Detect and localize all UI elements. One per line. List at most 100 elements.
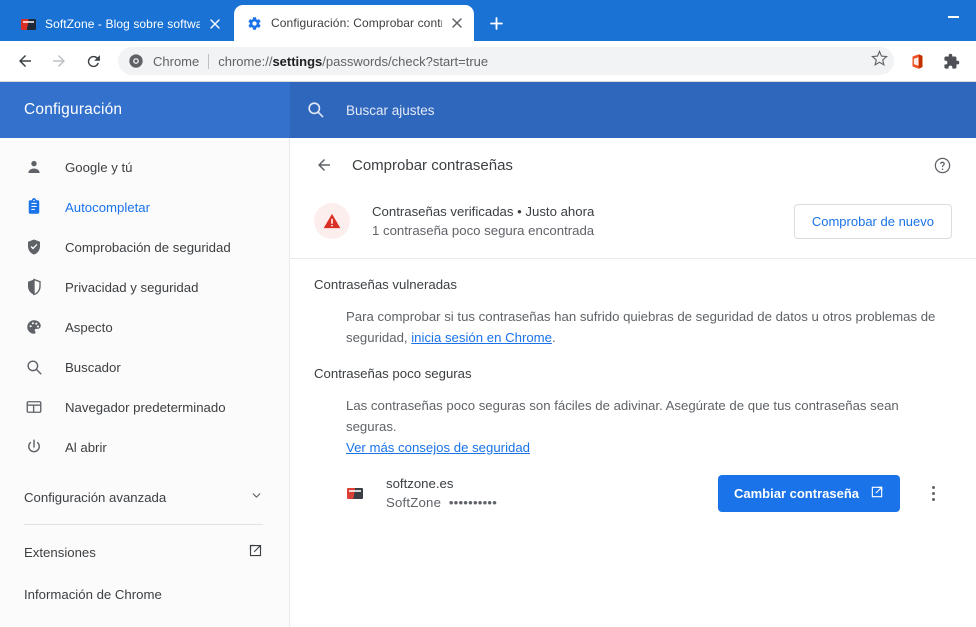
sidebar-item-label: Comprobación de seguridad: [65, 239, 231, 255]
sidebar-item-privacidad-y-seguridad[interactable]: Privacidad y seguridad: [0, 267, 289, 307]
softzone-favicon: [20, 16, 36, 32]
chevron-down-icon: [250, 489, 263, 505]
entry-site: softzone.es: [386, 476, 454, 491]
window-controls: [930, 0, 976, 34]
sidebar-divider: [24, 524, 263, 525]
settings-body: Google y tú Autocompletar Comprobación d…: [0, 138, 976, 627]
address-bar[interactable]: Chrome chrome://settings/passwords/check…: [118, 47, 894, 75]
description-text-end: .: [552, 330, 556, 345]
content-title: Comprobar contraseñas: [352, 156, 513, 174]
sidebar-link-label: Información de Chrome: [24, 586, 162, 602]
section-body: Para comprobar si tus contraseñas han su…: [314, 306, 952, 348]
sidebar-item-label: Al abrir: [65, 439, 107, 455]
entry-username: SoftZone ••••••••••: [386, 493, 718, 512]
page-title: Configuración: [24, 101, 123, 118]
sidebar-item-comprobacion-de-seguridad[interactable]: Comprobación de seguridad: [0, 227, 289, 267]
shield-check-icon: [24, 237, 44, 257]
omnibox-divider: [208, 53, 210, 69]
sidebar-item-label: Aspecto: [65, 319, 113, 335]
search-icon: [24, 357, 44, 377]
url-highlight: settings: [272, 53, 323, 69]
sidebar-item-label: Navegador predeterminado: [65, 399, 226, 415]
close-icon[interactable]: [206, 15, 224, 33]
sidebar-advanced-toggle[interactable]: Configuración avanzada: [0, 476, 289, 518]
new-tab-button[interactable]: [482, 9, 510, 37]
browser-window: SoftZone - Blog sobre software, Configur…: [0, 0, 976, 627]
browser-window-icon: [24, 397, 44, 417]
forward-arrow-icon[interactable]: [44, 46, 74, 76]
url-suffix: /passwords/check?start=true: [322, 53, 489, 69]
compromised-passwords-section: Contraseñas vulneradas Para comprobar si…: [290, 259, 976, 348]
tab-title: Configuración: Comprobar contr: [271, 16, 442, 30]
status-text: Contraseñas verificadas • Justo ahora 1 …: [372, 202, 794, 240]
sidebar-item-autocompletar[interactable]: Autocompletar: [0, 187, 289, 227]
bookmark-star-icon[interactable]: [871, 49, 888, 72]
url-prefix: chrome://: [218, 53, 273, 69]
search-icon: [306, 100, 326, 120]
reload-icon[interactable]: [78, 46, 108, 76]
weak-description: Las contraseñas poco seguras son fáciles…: [346, 398, 899, 434]
change-password-button[interactable]: Cambiar contraseña: [718, 474, 900, 512]
help-circle-icon[interactable]: [928, 151, 956, 179]
external-link-icon: [248, 543, 263, 561]
sidebar-item-navegador-predeterminado[interactable]: Navegador predeterminado: [0, 387, 289, 427]
warning-triangle-icon: [314, 203, 350, 239]
content-header: Comprobar contraseñas: [290, 138, 976, 192]
minimize-button[interactable]: [930, 0, 976, 34]
sign-in-chrome-link[interactable]: inicia sesión en Chrome: [411, 330, 552, 345]
weak-password-entry: softzone.es SoftZone •••••••••• Cambiar …: [346, 474, 952, 512]
tab-title: SoftZone - Blog sobre software,: [45, 17, 200, 31]
sidebar-item-buscador[interactable]: Buscador: [0, 347, 289, 387]
browser-toolbar: Chrome chrome://settings/passwords/check…: [0, 41, 976, 82]
omnibox-url: chrome://settings/passwords/check?start=…: [218, 54, 871, 69]
sidebar-item-extensiones[interactable]: Extensiones: [0, 531, 289, 573]
shield-half-icon: [24, 277, 44, 297]
search-input[interactable]: Buscar ajustes: [346, 103, 435, 118]
sidebar-item-label: Google y tú: [65, 159, 133, 175]
sidebar-item-label: Buscador: [65, 359, 121, 375]
browser-tab-settings[interactable]: Configuración: Comprobar contr: [234, 5, 474, 41]
sidebar-item-aspecto[interactable]: Aspecto: [0, 307, 289, 347]
section-title: Contraseñas poco seguras: [314, 366, 472, 381]
entry-meta: softzone.es SoftZone ••••••••••: [386, 474, 718, 512]
person-icon: [24, 157, 44, 177]
softzone-favicon: [346, 484, 364, 502]
clipboard-icon: [24, 197, 44, 217]
close-icon[interactable]: [448, 14, 466, 32]
palette-icon: [24, 317, 44, 337]
extensions-puzzle-icon[interactable]: [936, 46, 966, 76]
weak-tips-line: Ver más consejos de seguridad: [346, 437, 952, 458]
weak-passwords-section: Contraseñas poco seguras Las contraseñas…: [290, 348, 976, 512]
security-tips-link[interactable]: Ver más consejos de seguridad: [346, 440, 530, 455]
password-mask: ••••••••••: [448, 495, 498, 510]
back-arrow-icon[interactable]: [10, 46, 40, 76]
sidebar-link-label: Extensiones: [24, 544, 96, 560]
sidebar-item-al-abrir[interactable]: Al abrir: [0, 427, 289, 467]
section-title: Contraseñas vulneradas: [314, 277, 457, 292]
settings-sidebar: Google y tú Autocompletar Comprobación d…: [0, 138, 290, 627]
settings-content: Comprobar contraseñas Contraseñas verifi…: [290, 138, 976, 627]
check-status-row: Contraseñas verificadas • Justo ahora 1 …: [290, 192, 976, 259]
external-link-icon: [870, 485, 884, 502]
sidebar-item-label: Autocompletar: [65, 199, 151, 215]
compromised-description: Para comprobar si tus contraseñas han su…: [346, 306, 952, 348]
office-extension-icon[interactable]: [902, 46, 932, 76]
status-line-primary: Contraseñas verificadas • Justo ahora: [372, 204, 595, 219]
settings-header: Configuración Buscar ajustes: [0, 82, 976, 138]
power-icon: [24, 437, 44, 457]
section-body: Las contraseñas poco seguras son fáciles…: [314, 395, 952, 458]
sidebar-item-label: Privacidad y seguridad: [65, 279, 199, 295]
username-text: SoftZone: [386, 495, 442, 510]
change-password-label: Cambiar contraseña: [734, 485, 859, 501]
browser-tab-softzone[interactable]: SoftZone - Blog sobre software,: [8, 7, 232, 41]
sidebar-item-informacion-de-chrome[interactable]: Información de Chrome: [0, 573, 289, 615]
sidebar-item-google-y-tu[interactable]: Google y tú: [0, 147, 289, 187]
status-line-secondary: 1 contraseña poco segura encontrada: [372, 223, 595, 238]
more-actions-icon[interactable]: [918, 478, 948, 508]
tab-strip: SoftZone - Blog sobre software, Configur…: [0, 0, 976, 41]
back-arrow-icon[interactable]: [310, 151, 338, 179]
settings-gear-icon: [246, 15, 262, 31]
search-settings-box[interactable]: Buscar ajustes: [290, 82, 976, 138]
sidebar-advanced-label: Configuración avanzada: [24, 489, 167, 505]
recheck-passwords-button[interactable]: Comprobar de nuevo: [793, 203, 952, 239]
